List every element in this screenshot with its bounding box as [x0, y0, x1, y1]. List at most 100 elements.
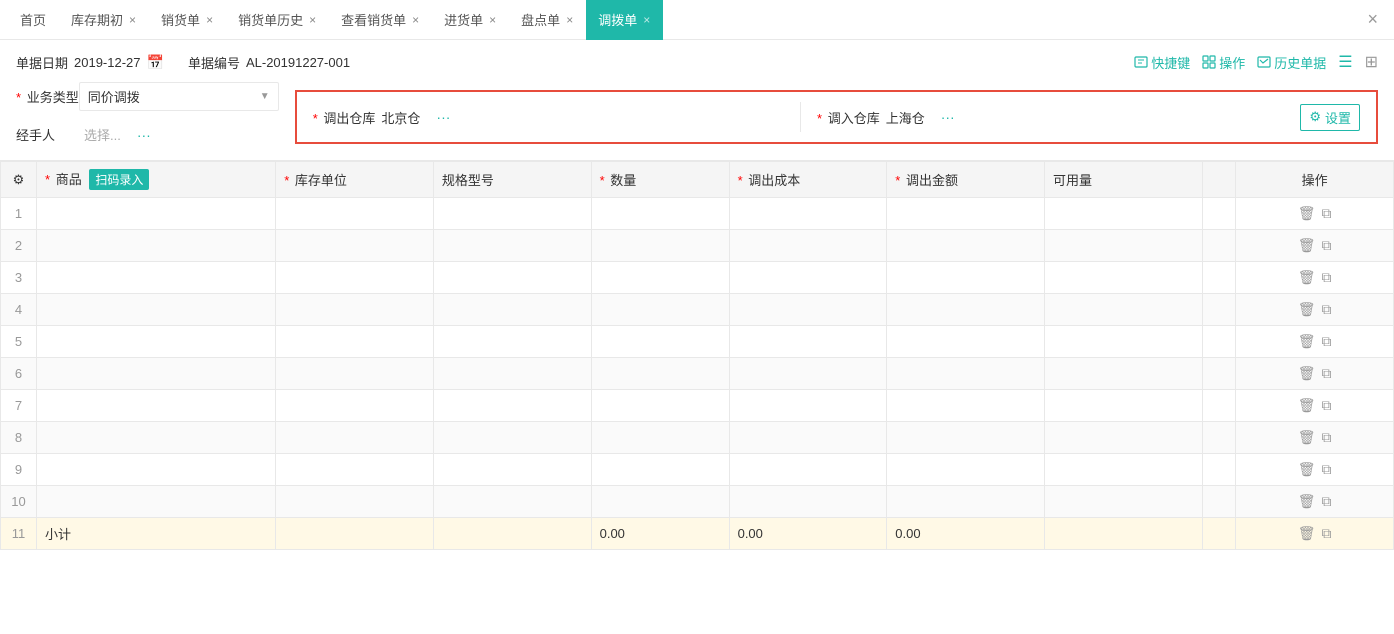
row-qty[interactable]: [591, 390, 729, 422]
row-spec[interactable]: [433, 294, 591, 326]
row-unit[interactable]: [276, 198, 434, 230]
delete-row-btn[interactable]: 🗑: [1298, 461, 1316, 478]
row-cost[interactable]: [729, 198, 887, 230]
row-product[interactable]: [37, 294, 276, 326]
row-avail[interactable]: [1045, 294, 1203, 326]
copy-row-btn[interactable]: ⧉: [1321, 237, 1331, 254]
row-spec[interactable]: [433, 326, 591, 358]
copy-row-btn[interactable]: ⧉: [1321, 333, 1331, 350]
row-unit[interactable]: [276, 294, 434, 326]
row-spec[interactable]: [433, 198, 591, 230]
row-unit[interactable]: [276, 454, 434, 486]
row-spec[interactable]: [433, 262, 591, 294]
settings-col-icon[interactable]: ⚙: [13, 172, 25, 187]
copy-row-btn[interactable]: ⧉: [1321, 365, 1331, 382]
row-avail[interactable]: [1045, 486, 1203, 518]
delete-last-btn[interactable]: 🗑: [1298, 525, 1316, 542]
row-amount[interactable]: [887, 230, 1045, 262]
row-amount[interactable]: [887, 486, 1045, 518]
row-qty[interactable]: [591, 326, 729, 358]
row-product[interactable]: [37, 198, 276, 230]
row-product[interactable]: [37, 230, 276, 262]
row-unit[interactable]: [276, 358, 434, 390]
row-amount[interactable]: [887, 390, 1045, 422]
delete-row-btn[interactable]: 🗑: [1298, 397, 1316, 414]
copy-row-btn[interactable]: ⧉: [1321, 493, 1331, 510]
window-close-button[interactable]: ×: [1359, 9, 1386, 30]
row-qty[interactable]: [591, 486, 729, 518]
row-cost[interactable]: [729, 326, 887, 358]
row-spec[interactable]: [433, 422, 591, 454]
delete-row-btn[interactable]: 🗑: [1298, 237, 1316, 254]
row-product[interactable]: [37, 486, 276, 518]
copy-row-btn[interactable]: ⧉: [1321, 461, 1331, 478]
settings-button[interactable]: ⚙ 设置: [1300, 104, 1360, 131]
tab-view-sales[interactable]: 查看销货单 ×: [329, 0, 432, 40]
calendar-icon[interactable]: 📅: [147, 54, 164, 71]
row-avail[interactable]: [1045, 422, 1203, 454]
row-qty[interactable]: [591, 262, 729, 294]
tab-close-sales[interactable]: ×: [206, 13, 213, 27]
row-avail[interactable]: [1045, 358, 1203, 390]
row-product[interactable]: [37, 326, 276, 358]
row-amount[interactable]: [887, 422, 1045, 454]
history-btn[interactable]: 历史单据: [1257, 53, 1326, 72]
tab-home[interactable]: 首页: [8, 0, 59, 40]
copy-row-btn[interactable]: ⧉: [1321, 397, 1331, 414]
row-cost[interactable]: [729, 262, 887, 294]
row-cost[interactable]: [729, 230, 887, 262]
handler-more-btn[interactable]: ···: [137, 127, 151, 143]
copy-row-btn[interactable]: ⧉: [1321, 429, 1331, 446]
copy-row-btn[interactable]: ⧉: [1321, 205, 1331, 222]
row-unit[interactable]: [276, 230, 434, 262]
tab-transfer[interactable]: 调拨单 ×: [586, 0, 663, 40]
row-avail[interactable]: [1045, 326, 1203, 358]
row-cost[interactable]: [729, 358, 887, 390]
row-avail[interactable]: [1045, 262, 1203, 294]
row-product[interactable]: [37, 390, 276, 422]
delete-row-btn[interactable]: 🗑: [1298, 493, 1316, 510]
row-avail[interactable]: [1045, 390, 1203, 422]
row-amount[interactable]: [887, 454, 1045, 486]
row-product[interactable]: [37, 262, 276, 294]
row-cost[interactable]: [729, 486, 887, 518]
biz-select[interactable]: 同价调拨 ▼: [79, 82, 279, 111]
tab-stocktake[interactable]: 盘点单 ×: [509, 0, 586, 40]
row-unit[interactable]: [276, 422, 434, 454]
row-avail[interactable]: [1045, 454, 1203, 486]
operate-btn[interactable]: 操作: [1202, 53, 1245, 72]
tab-close-stocktake[interactable]: ×: [566, 13, 573, 27]
row-qty[interactable]: [591, 422, 729, 454]
row-unit[interactable]: [276, 390, 434, 422]
row-spec[interactable]: [433, 358, 591, 390]
row-spec[interactable]: [433, 454, 591, 486]
row-cost[interactable]: [729, 390, 887, 422]
delete-row-btn[interactable]: 🗑: [1298, 365, 1316, 382]
row-qty[interactable]: [591, 454, 729, 486]
row-product[interactable]: [37, 358, 276, 390]
delete-row-btn[interactable]: 🗑: [1298, 205, 1316, 222]
tab-close-view-sales[interactable]: ×: [412, 13, 419, 27]
row-qty[interactable]: [591, 198, 729, 230]
row-avail[interactable]: [1045, 230, 1203, 262]
layout-btn2[interactable]: ⊞: [1365, 52, 1378, 72]
tab-close-inventory-init[interactable]: ×: [129, 13, 136, 27]
warehouse-in-more-btn[interactable]: ···: [941, 109, 955, 125]
row-unit[interactable]: [276, 326, 434, 358]
row-spec[interactable]: [433, 486, 591, 518]
row-cost[interactable]: [729, 454, 887, 486]
tab-close-transfer[interactable]: ×: [643, 13, 650, 27]
copy-last-btn[interactable]: ⧉: [1321, 525, 1331, 542]
tab-purchase[interactable]: 进货单 ×: [432, 0, 509, 40]
delete-row-btn[interactable]: 🗑: [1298, 301, 1316, 318]
tab-close-purchase[interactable]: ×: [489, 13, 496, 27]
copy-row-btn[interactable]: ⧉: [1321, 301, 1331, 318]
row-amount[interactable]: [887, 198, 1045, 230]
tab-inventory-init[interactable]: 库存期初 ×: [59, 0, 149, 40]
row-spec[interactable]: [433, 390, 591, 422]
row-amount[interactable]: [887, 262, 1045, 294]
handler-input[interactable]: 选择...: [76, 121, 129, 148]
shortcut-btn[interactable]: 快捷键: [1134, 53, 1190, 72]
tab-sales-history[interactable]: 销货单历史 ×: [226, 0, 329, 40]
row-amount[interactable]: [887, 294, 1045, 326]
